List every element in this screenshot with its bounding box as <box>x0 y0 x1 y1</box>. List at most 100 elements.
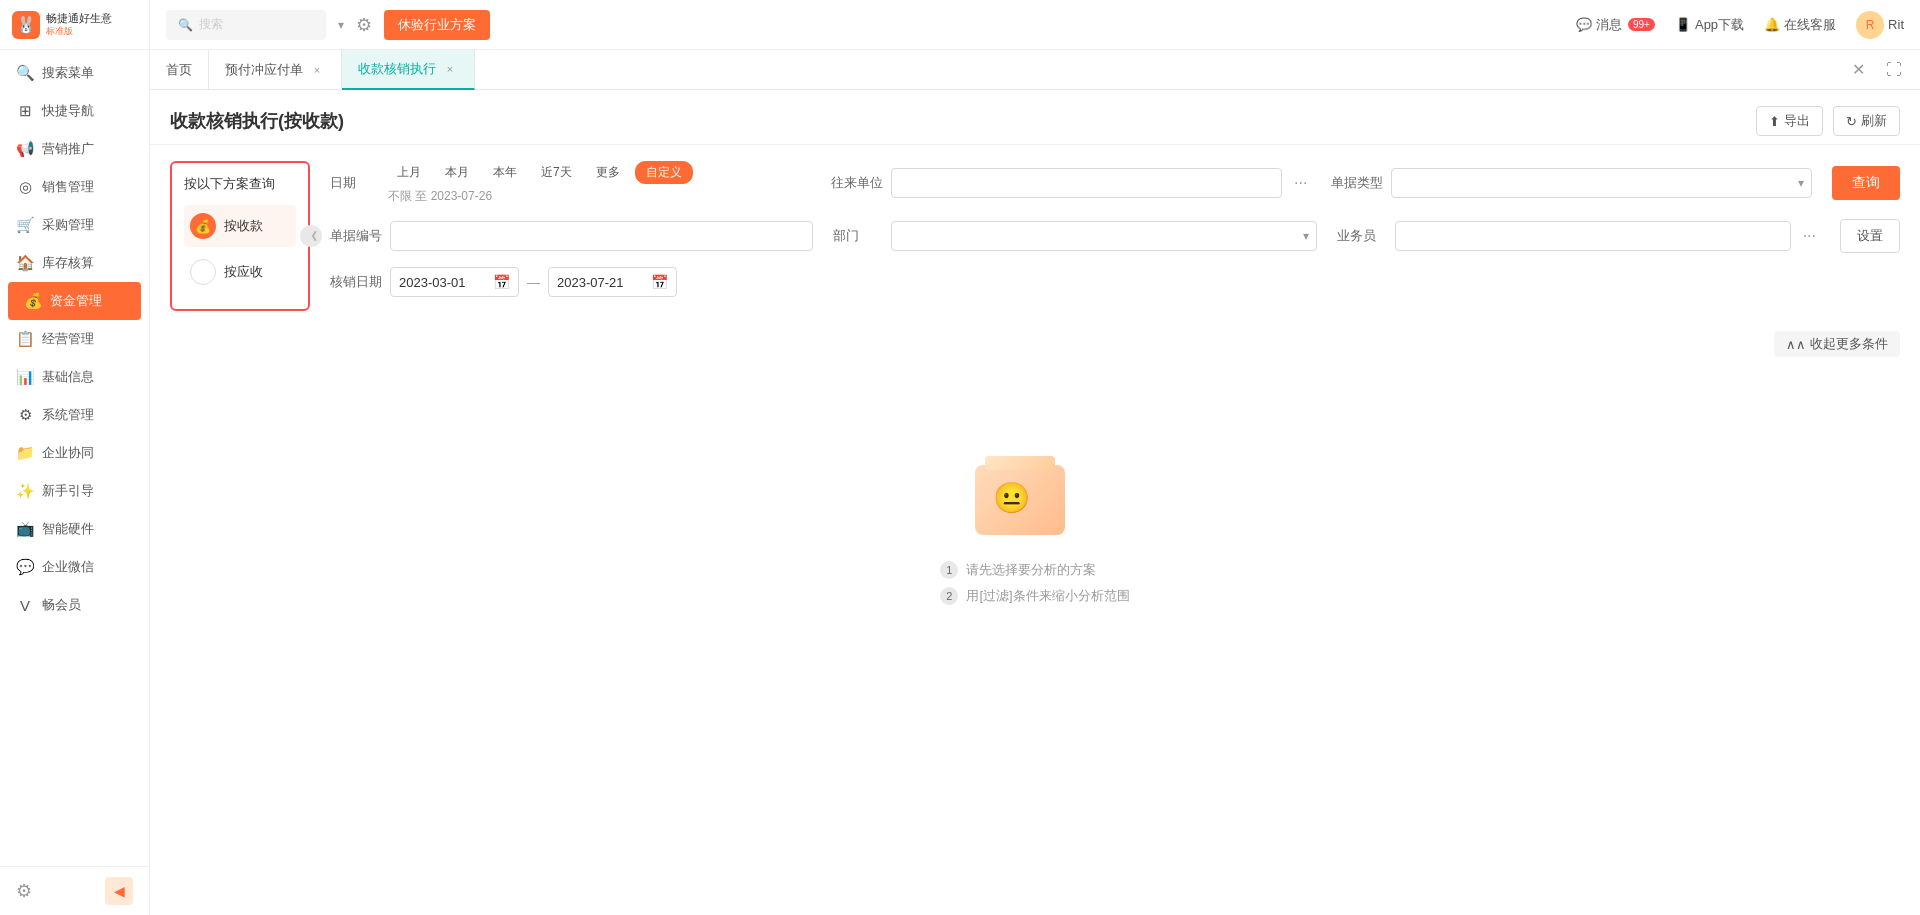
filter-group-counterparty: 往来单位 ··· <box>831 168 1312 198</box>
logo-text-area: 畅捷通好生意 标准版 <box>46 11 112 38</box>
sidebar-item-quick-nav[interactable]: ⊞ 快捷导航 <box>0 92 149 130</box>
counterparty-input[interactable] <box>891 168 1282 198</box>
topbar-message[interactable]: 💬 消息 99+ <box>1576 16 1655 34</box>
receivable-icon: ⏱ <box>190 259 216 285</box>
logo-icon: 🐰 <box>12 11 40 39</box>
date-btn-this-month[interactable]: 本月 <box>436 161 478 184</box>
topbar-chevron-icon[interactable]: ▾ <box>338 18 344 32</box>
sidebar-item-system[interactable]: ⚙ 系统管理 <box>0 396 149 434</box>
verify-date-label: 核销日期 <box>330 273 382 291</box>
filter-row-3: 核销日期 📅 — 📅 <box>330 267 1900 297</box>
staff-dots[interactable]: ··· <box>1799 227 1820 245</box>
service-label: 在线客服 <box>1784 16 1836 34</box>
tab-receipt-verify[interactable]: 收款核销执行 × <box>342 50 475 90</box>
sidebar-item-inventory[interactable]: 🏠 库存核算 <box>0 244 149 282</box>
tabbar-actions: ✕ ⛶ <box>1844 56 1920 84</box>
counterparty-dots[interactable]: ··· <box>1290 174 1311 192</box>
topbar-app[interactable]: 📱 App下载 <box>1675 16 1744 34</box>
sidebar-collapse-btn[interactable]: ◀ <box>105 877 133 905</box>
sidebar-item-member[interactable]: V 畅会员 <box>0 586 149 624</box>
sidebar-nav: 🔍 搜索菜单 ⊞ 快捷导航 📢 营销推广 ◎ 销售管理 🛒 采购管理 🏠 库存核… <box>0 50 149 866</box>
settings-btn[interactable]: 设置 <box>1840 219 1900 253</box>
nav-icon-enterprise: 📁 <box>16 444 34 462</box>
sidebar-bottom: ⚙ ◀ <box>0 866 149 915</box>
filter-collapse-toggle[interactable]: 《 <box>300 225 322 247</box>
page-actions: ⬆ 导出 ↻ 刷新 <box>1756 106 1900 136</box>
filter-option-by-receipt[interactable]: 💰 按收款 <box>184 205 296 247</box>
date-no-limit: 不限 至 2023-07-26 <box>388 188 811 205</box>
doctype-select[interactable] <box>1391 168 1812 198</box>
industry-btn[interactable]: 休验行业方案 <box>384 10 490 40</box>
topbar-user[interactable]: R Rit <box>1856 11 1904 39</box>
staff-input[interactable] <box>1395 221 1791 251</box>
tab-prepay-label: 预付冲应付单 <box>225 61 303 79</box>
sidebar-item-operations[interactable]: 📋 经营管理 <box>0 320 149 358</box>
sidebar-item-wecom[interactable]: 💬 企业微信 <box>0 548 149 586</box>
date-btn-this-year[interactable]: 本年 <box>484 161 526 184</box>
message-icon: 💬 <box>1576 17 1592 32</box>
search-placeholder: 搜索 <box>199 16 223 33</box>
verify-date-from-wrap: 📅 <box>390 267 519 297</box>
sidebar-item-guide[interactable]: ✨ 新手引导 <box>0 472 149 510</box>
sidebar-item-finance[interactable]: 💰 资金管理 <box>8 282 141 320</box>
sidebar-item-base-info[interactable]: 📊 基础信息 <box>0 358 149 396</box>
filter-option-by-receivable[interactable]: ⏱ 按应收 <box>184 251 296 293</box>
topbar-search[interactable]: 🔍 搜索 <box>166 10 326 40</box>
sidebar-logo: 🐰 畅捷通好生意 标准版 <box>0 0 149 50</box>
sidebar-item-purchase[interactable]: 🛒 采购管理 <box>0 206 149 244</box>
nav-label-sales: 销售管理 <box>42 178 94 196</box>
tab-home[interactable]: 首页 <box>150 50 209 90</box>
sidebar-item-hardware[interactable]: 📺 智能硬件 <box>0 510 149 548</box>
sidebar-item-search[interactable]: 🔍 搜索菜单 <box>0 54 149 92</box>
verify-date-to[interactable] <box>557 275 647 290</box>
refresh-btn[interactable]: ↻ 刷新 <box>1833 106 1900 136</box>
collapse-more-btn[interactable]: ∧∧ 收起更多条件 <box>1774 331 1900 357</box>
date-btn-custom[interactable]: 自定义 <box>635 161 693 184</box>
query-btn[interactable]: 查询 <box>1832 166 1900 200</box>
receipt-icon: 💰 <box>190 213 216 239</box>
dept-select-wrap: ▾ <box>891 221 1316 251</box>
export-btn[interactable]: ⬆ 导出 <box>1756 106 1823 136</box>
sidebar-item-sales[interactable]: ◎ 销售管理 <box>0 168 149 206</box>
message-label: 消息 <box>1596 16 1622 34</box>
app-icon: 📱 <box>1675 17 1691 32</box>
dept-select[interactable] <box>891 221 1316 251</box>
date-btn-last-month[interactable]: 上月 <box>388 161 430 184</box>
verify-date-to-icon[interactable]: 📅 <box>651 274 668 290</box>
doctype-select-wrap: ▾ <box>1391 168 1812 198</box>
content-area: 收款核销执行(按收款) ⬆ 导出 ↻ 刷新 按以下方案查询 <box>150 90 1920 915</box>
docno-input[interactable] <box>390 221 813 251</box>
filter-area: 按以下方案查询 💰 按收款 ⏱ 按应收 《 <box>150 145 1920 327</box>
topbar-service[interactable]: 🔔 在线客服 <box>1764 16 1836 34</box>
tab-close-all-btn[interactable]: ✕ <box>1844 56 1872 84</box>
tab-receipt-label: 收款核销执行 <box>358 60 436 78</box>
filter-fields: 日期 上月 本月 本年 近7天 更多 自定义 不限 至 <box>330 161 1900 311</box>
verify-date-from-icon[interactable]: 📅 <box>493 274 510 290</box>
sidebar-settings-icon[interactable]: ⚙ <box>16 880 32 902</box>
settings-btn-area: 设置 <box>1840 219 1900 253</box>
sidebar-item-marketing[interactable]: 📢 营销推广 <box>0 130 149 168</box>
logo-edition: 标准版 <box>46 25 112 38</box>
tab-receipt-close[interactable]: × <box>442 61 458 77</box>
tab-prepay-bill[interactable]: 预付冲应付单 × <box>209 50 342 90</box>
query-btn-area: 查询 <box>1832 166 1900 200</box>
refresh-label: 刷新 <box>1861 112 1887 130</box>
verify-date-range: 📅 — 📅 <box>390 267 677 297</box>
nav-icon-base-info: 📊 <box>16 368 34 386</box>
sidebar-item-enterprise[interactable]: 📁 企业协同 <box>0 434 149 472</box>
tab-prepay-close[interactable]: × <box>309 62 325 78</box>
counterparty-label: 往来单位 <box>831 174 883 192</box>
filter-group-docno: 单据编号 <box>330 221 813 251</box>
filter-group-date: 日期 上月 本月 本年 近7天 更多 自定义 不限 至 <box>330 161 811 205</box>
date-btn-more[interactable]: 更多 <box>587 161 629 184</box>
doctype-label: 单据类型 <box>1331 174 1383 192</box>
sidebar: 🐰 畅捷通好生意 标准版 🔍 搜索菜单 ⊞ 快捷导航 📢 营销推广 ◎ 销售管理… <box>0 0 150 915</box>
filter-group-staff: 业务员 ··· <box>1337 221 1820 251</box>
verify-date-from[interactable] <box>399 275 489 290</box>
staff-label: 业务员 <box>1337 227 1387 245</box>
message-badge: 99+ <box>1628 18 1655 31</box>
nav-icon-hardware: 📺 <box>16 520 34 538</box>
date-btn-7days[interactable]: 近7天 <box>532 161 581 184</box>
tab-maximize-btn[interactable]: ⛶ <box>1880 56 1908 84</box>
topbar-gear-icon[interactable]: ⚙ <box>356 14 372 36</box>
